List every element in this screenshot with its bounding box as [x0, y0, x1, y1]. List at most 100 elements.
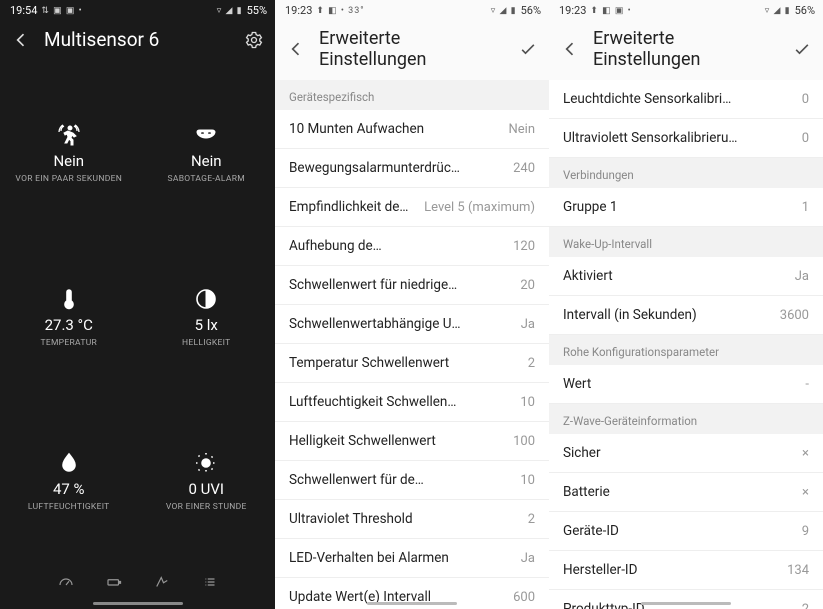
row-label: Ultraviolet Threshold [289, 511, 413, 527]
settings-row[interactable]: Aufhebung de… 120 [275, 227, 549, 266]
settings-row[interactable]: Bewegungsalarmunterdrückung 240 [275, 149, 549, 188]
status-battery: 55% [247, 4, 267, 17]
row-value: × [802, 485, 809, 500]
row-label: Helligkeit Schwellenwert [289, 433, 436, 449]
sensor-temperature[interactable]: 27.3 °C TEMPERATUR [0, 272, 138, 362]
settings-row[interactable]: Luftfeuchtigkeit Schwellenwert10 [275, 383, 549, 422]
row-value: 0 [802, 131, 809, 146]
back-icon[interactable] [559, 38, 581, 60]
settings-row[interactable]: Hersteller-ID 134 [549, 551, 823, 590]
back-icon[interactable] [285, 38, 307, 60]
settings-row[interactable]: Produkttyp-ID2 [549, 590, 823, 609]
row-value: 3600 [780, 308, 809, 323]
check-icon[interactable] [791, 38, 813, 60]
contrast-icon [194, 286, 218, 312]
row-label: Produkttyp-ID [563, 601, 645, 609]
status-time: 19:23 [559, 4, 586, 17]
sensor-humidity[interactable]: % 47 % LUFTFEUCHTIGKEIT [0, 436, 138, 526]
row-label: Hersteller-ID [563, 562, 637, 578]
gear-icon[interactable] [243, 29, 265, 51]
row-value: × [802, 446, 809, 461]
settings-row[interactable]: AktiviertJa [549, 257, 823, 296]
row-label: Sicher [563, 445, 601, 461]
row-value: Ja [521, 317, 535, 332]
settings-row[interactable]: Ultraviolet Threshold 2 [275, 500, 549, 539]
row-value: Nein [508, 122, 535, 137]
settings-scroll[interactable]: Gerätespezifisch 10 Munten Aufwachen Nein… [275, 80, 549, 609]
status-right-icons: ▿ ◢ ▮ [765, 6, 791, 16]
phone-settings-1: 19:23 ⬆ ◧ • 33° ▿ ◢ ▮ 56% Erweiterte Ein… [275, 0, 549, 609]
home-indicator[interactable] [93, 602, 183, 605]
route-icon[interactable] [153, 573, 171, 591]
row-label: Wert [563, 376, 591, 392]
mask-icon [194, 122, 218, 148]
phone-multisensor: 19:54 ⇅ ▣ ▣ • ▿ ◢ ▮ 55% Multisensor 6 Ne… [0, 0, 275, 609]
settings-row[interactable]: Intervall (in Sekunden)3600 [549, 296, 823, 335]
row-value: 100 [513, 434, 535, 449]
sun-icon [194, 450, 218, 476]
list-icon[interactable] [201, 573, 219, 591]
settings-row[interactable]: LED-Verhalten bei Alarmen Ja [275, 539, 549, 578]
settings-row[interactable]: Schwellenwert für de…10 [275, 461, 549, 500]
section-header: Gerätespezifisch [275, 80, 549, 110]
row-value: 134 [787, 563, 809, 578]
row-label: Ultraviolett Sensorkalibrierung [563, 130, 738, 146]
home-indicator[interactable] [367, 602, 457, 605]
sensor-brightness[interactable]: 5 lx HELLIGKEIT [138, 272, 276, 362]
row-value: Ja [521, 551, 535, 566]
check-icon[interactable] [517, 38, 539, 60]
back-icon[interactable] [10, 29, 32, 51]
gauge-icon[interactable] [57, 573, 75, 591]
sensor-label: VOR EIN PAAR SEKUNDEN [15, 174, 122, 184]
settings-row[interactable]: Sicher × [549, 434, 823, 473]
row-value: 10 [520, 473, 535, 488]
status-battery: 56% [521, 4, 541, 17]
sensor-motion[interactable]: Nein VOR EIN PAAR SEKUNDEN [0, 108, 138, 198]
svg-text:%: % [67, 462, 72, 469]
sensor-value: Nein [53, 152, 84, 170]
section-header: Wake-Up-Intervall [549, 227, 823, 257]
status-battery: 56% [795, 4, 815, 17]
sensor-uv[interactable]: 0 UVI VOR EINER STUNDE [138, 436, 276, 526]
row-label: Gruppe 1 [563, 199, 617, 215]
settings-row[interactable]: Geräte-ID9 [549, 512, 823, 551]
sensor-tamper[interactable]: Nein SABOTAGE-ALARM [138, 108, 276, 198]
row-value: 120 [513, 239, 535, 254]
settings-row[interactable]: 10 Munten Aufwachen Nein [275, 110, 549, 149]
row-label: 10 Munten Aufwachen [289, 121, 424, 137]
settings-row[interactable]: Temperatur Schwellenwert2 [275, 344, 549, 383]
settings-row[interactable]: Ultraviolett Sensorkalibrierung 0 [549, 119, 823, 158]
settings-row[interactable]: Batterie× [549, 473, 823, 512]
home-indicator[interactable] [641, 602, 731, 605]
row-value: 20 [520, 278, 535, 293]
sensor-label: LUFTFEUCHTIGKEIT [28, 502, 110, 512]
row-value: 0 [802, 92, 809, 107]
row-label: Bewegungsalarmunterdrückung [289, 160, 464, 176]
settings-row[interactable]: Schwellenwert für niedrige…20 [275, 266, 549, 305]
phone-settings-2: 19:23 ⬆ ◧ ▣ • ▿ ◢ ▮ 56% Erweiterte Einst… [549, 0, 823, 609]
settings-scroll[interactable]: Leuchtdichte Sensorkalibrierung0Ultravio… [549, 80, 823, 609]
settings-row[interactable]: Schwellenwertabhängige UpdatesJa [275, 305, 549, 344]
row-label: Aktiviert [563, 268, 613, 284]
row-value: 240 [513, 161, 535, 176]
sensor-value: Nein [191, 152, 222, 170]
settings-row[interactable]: Wert- [549, 365, 823, 404]
status-bar: 19:23 ⬆ ◧ ▣ • ▿ ◢ ▮ 56% [549, 0, 823, 20]
settings-row[interactable]: Leuchtdichte Sensorkalibrierung0 [549, 80, 823, 119]
sensor-value: 27.3 °C [45, 316, 93, 334]
status-bar: 19:23 ⬆ ◧ • 33° ▿ ◢ ▮ 56% [275, 0, 549, 20]
header: Erweiterte Einstellungen [275, 20, 549, 80]
row-label: Aufhebung de… [289, 238, 382, 254]
settings-row[interactable]: Helligkeit Schwellenwert 100 [275, 422, 549, 461]
battery-icon[interactable] [105, 573, 123, 591]
status-right-icons: ▿ ◢ ▮ [217, 6, 243, 16]
settings-row[interactable]: Gruppe 11 [549, 188, 823, 227]
sensor-label: TEMPERATUR [40, 338, 97, 348]
thermometer-icon [57, 286, 81, 312]
row-label: LED-Verhalten bei Alarmen [289, 550, 449, 566]
status-left-icons: ⬆ ◧ ▣ • [590, 6, 631, 16]
status-right-icons: ▿ ◢ ▮ [491, 6, 517, 16]
row-value: 2 [528, 512, 535, 527]
header: Erweiterte Einstellungen [549, 20, 823, 80]
settings-row[interactable]: Empfindlichkeit de…Level 5 (maximum) [275, 188, 549, 227]
